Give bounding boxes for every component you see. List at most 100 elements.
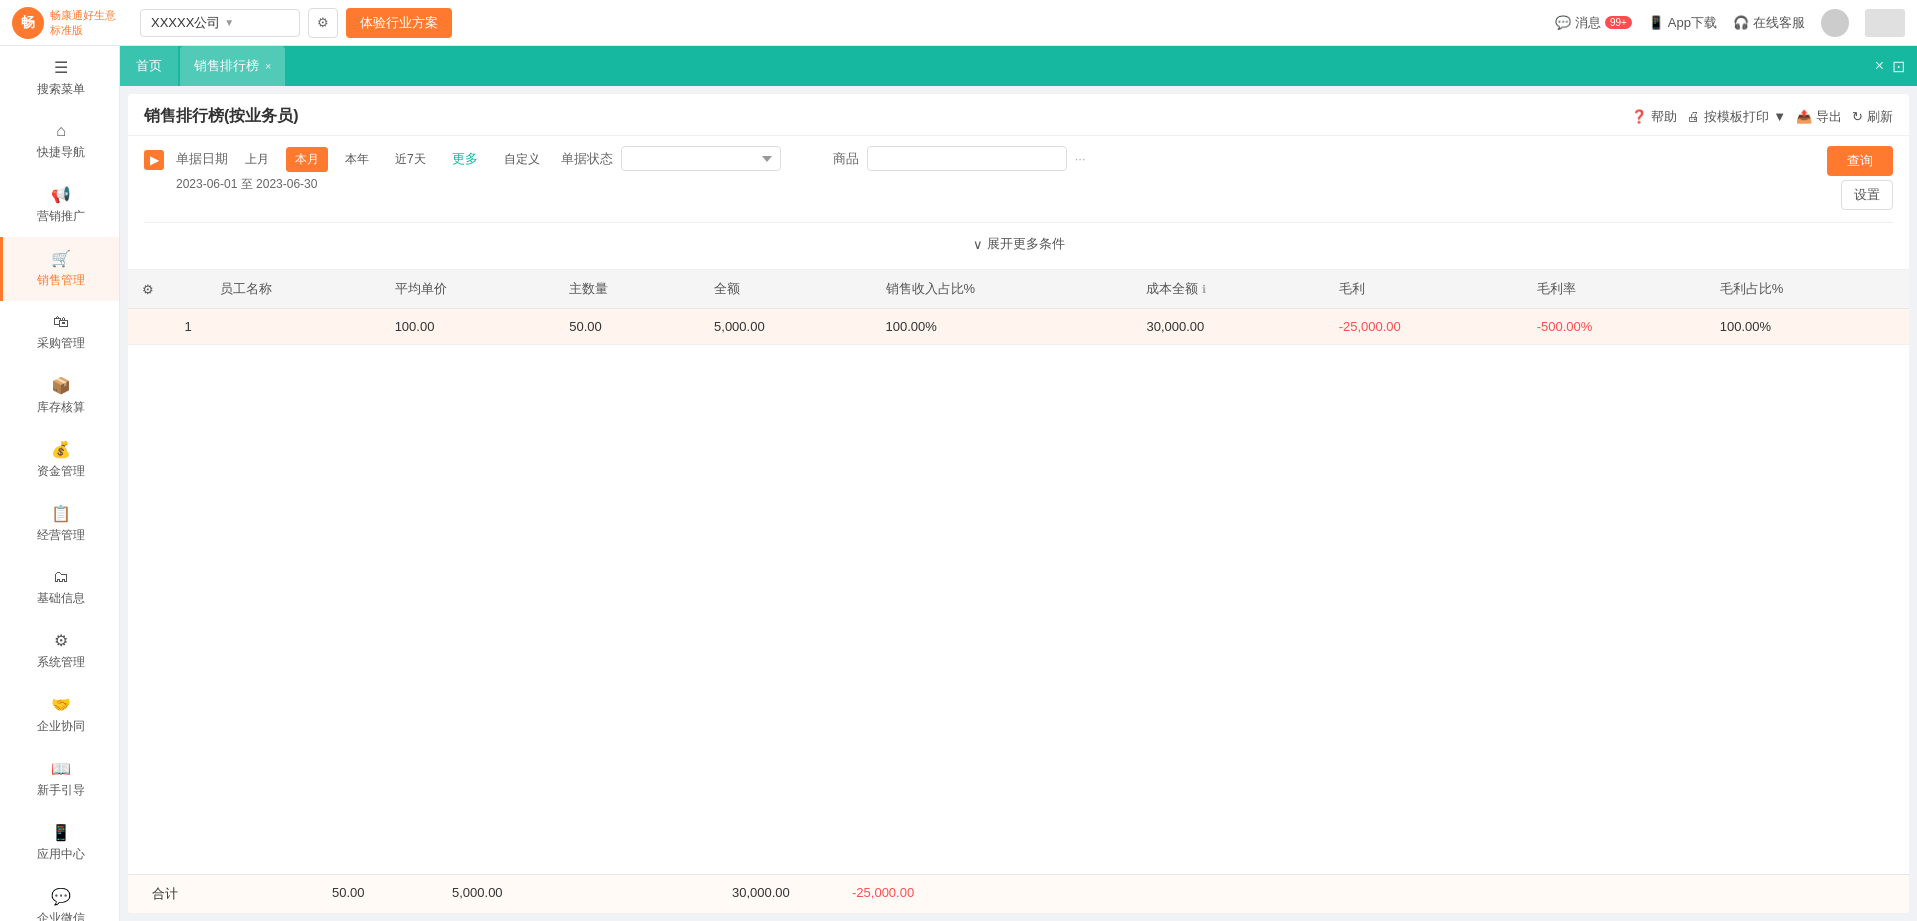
expand-chevron-icon: ∨ [973, 237, 983, 252]
header-actions: ❓ 帮助 🖨 按模板打印 ▼ 📤 导出 ↻ 刷新 [1631, 108, 1893, 126]
sys-icon: ⚙ [54, 631, 68, 650]
this-year-btn[interactable]: 本年 [336, 147, 378, 172]
help-icon: ❓ [1631, 109, 1647, 124]
quick-nav-icon: ⌂ [56, 122, 66, 140]
sidebar-item-label: 销售管理 [37, 272, 85, 289]
col-profit-rate: 毛利率 [1525, 270, 1708, 309]
sidebar-item-app-center[interactable]: 📱 应用中心 [0, 811, 119, 875]
sidebar-item-new-guide[interactable]: 📖 新手引导 [0, 747, 119, 811]
sidebar-item-purchase[interactable]: 🛍 采购管理 [0, 301, 119, 364]
goods-more-icon[interactable]: ··· [1075, 151, 1086, 166]
this-month-btn[interactable]: 本月 [286, 147, 328, 172]
col-sales-pct: 销售收入占比% [874, 270, 1135, 309]
sidebar-item-sys-mgmt[interactable]: ⚙ 系统管理 [0, 619, 119, 683]
sidebar-item-sales[interactable]: 🛒 销售管理 [0, 237, 119, 301]
app-download-btn[interactable]: 📱 App下载 [1648, 14, 1717, 32]
message-btn[interactable]: 💬 消息 99+ [1555, 14, 1632, 32]
status-filter-group: 单据状态 [561, 146, 781, 171]
row-employee [208, 309, 383, 345]
date-range: 2023-06-01 至 2023-06-30 [176, 177, 317, 191]
sidebar-item-label: 企业微信 [37, 910, 85, 921]
col-employee: 员工名称 [208, 270, 383, 309]
chevron-down-icon: ▼ [224, 17, 234, 28]
purchase-icon: 🛍 [53, 313, 69, 331]
goods-filter-group: 商品 ··· [833, 146, 1086, 171]
status-label: 单据状态 [561, 150, 613, 168]
app-label: App下载 [1668, 14, 1717, 32]
row-profit: -25,000.00 [1327, 309, 1525, 345]
more-date-btn[interactable]: 更多 [443, 146, 487, 172]
footer-cells: 合计 50.00 5,000.00 30,000.00 -25,000.00 [140, 885, 1897, 903]
footer-spacer [560, 885, 720, 903]
row-qty: 50.00 [557, 309, 702, 345]
query-btn[interactable]: 查询 [1827, 146, 1893, 176]
table-row: 1 100.00 50.00 5,000.00 100.00% 30,000.0… [128, 309, 1909, 345]
top-right-area: 💬 消息 99+ 📱 App下载 🎧 在线客服 [1555, 9, 1905, 37]
sidebar-item-label: 快捷导航 [37, 144, 85, 161]
filter-expand-arrow[interactable]: ▶ [144, 150, 164, 170]
tab-close-icon[interactable]: × [265, 60, 271, 72]
basic-info-icon: 🗂 [53, 568, 69, 586]
sidebar-item-quick-nav[interactable]: ⌂ 快捷导航 [0, 110, 119, 173]
help-btn[interactable]: ❓ 帮助 [1631, 108, 1677, 126]
sidebar-item-enterprise-wechat[interactable]: 💬 企业微信 [0, 875, 119, 921]
window-restore-icon[interactable]: ⊡ [1892, 57, 1905, 76]
col-avg-price: 平均单价 [383, 270, 558, 309]
online-service-btn[interactable]: 🎧 在线客服 [1733, 14, 1805, 32]
print-chevron-icon: ▼ [1773, 109, 1786, 124]
goods-label: 商品 [833, 150, 859, 168]
sales-icon: 🛒 [51, 249, 71, 268]
avatar[interactable] [1821, 9, 1849, 37]
sidebar-item-label: 基础信息 [37, 590, 85, 607]
page-title: 销售排行榜(按业务员) [144, 106, 299, 127]
page-content: 销售排行榜(按业务员) ❓ 帮助 🖨 按模板打印 ▼ 📤 导出 [128, 94, 1909, 913]
sidebar-item-fund[interactable]: 💰 资金管理 [0, 428, 119, 492]
tab-bar: 首页 销售排行榜 × × ⊡ [120, 46, 1917, 86]
ops-icon: 📋 [51, 504, 71, 523]
sidebar-item-search-order[interactable]: ☰ 搜索菜单 [0, 46, 119, 110]
app-icon: 📱 [1648, 15, 1664, 30]
tab-bar-actions: × ⊡ [1863, 57, 1917, 76]
inventory-icon: 📦 [51, 376, 71, 395]
refresh-btn[interactable]: ↻ 刷新 [1852, 108, 1893, 126]
goods-input[interactable] [867, 146, 1067, 171]
search-order-icon: ☰ [54, 58, 68, 77]
print-btn[interactable]: 🖨 按模板打印 ▼ [1687, 108, 1786, 126]
row-icon-cell [128, 309, 168, 345]
sidebar-item-label: 系统管理 [37, 654, 85, 671]
sidebar-item-inventory[interactable]: 📦 库存核算 [0, 364, 119, 428]
expand-more-btn[interactable]: ∨ 展开更多条件 [144, 229, 1893, 259]
window-close-icon[interactable]: × [1875, 57, 1884, 75]
sidebar-item-enterprise-collab[interactable]: 🤝 企业协同 [0, 683, 119, 747]
sidebar-item-label: 搜索菜单 [37, 81, 85, 98]
date-filter-group: 单据日期 上月 本月 本年 近7天 更多 自定义 2023-06-01 至 20… [176, 146, 549, 193]
col-settings[interactable]: ⚙ [128, 270, 168, 309]
sidebar-item-label: 经营管理 [37, 527, 85, 544]
logo-icon: 畅 [12, 7, 44, 39]
export-btn[interactable]: 📤 导出 [1796, 108, 1842, 126]
filter-area: ▶ 单据日期 上月 本月 本年 近7天 更多 自定义 [128, 136, 1909, 270]
export-icon: 📤 [1796, 109, 1812, 124]
sidebar-item-ops[interactable]: 📋 经营管理 [0, 492, 119, 556]
last-month-btn[interactable]: 上月 [236, 147, 278, 172]
sidebar: ☰ 搜索菜单 ⌂ 快捷导航 📢 营销推广 🛒 销售管理 🛍 采购管理 📦 库存核… [0, 46, 120, 921]
company-selector[interactable]: XXXXX公司 ▼ [140, 9, 300, 37]
settings-icon-btn[interactable]: ⚙ [308, 8, 338, 38]
settings-btn[interactable]: 设置 [1841, 180, 1893, 210]
trial-btn[interactable]: 体验行业方案 [346, 8, 452, 38]
date-label: 单据日期 [176, 150, 228, 168]
sidebar-item-marketing[interactable]: 📢 营销推广 [0, 173, 119, 237]
message-icon: 💬 [1555, 15, 1571, 30]
tab-sales-ranking[interactable]: 销售排行榜 × [180, 46, 285, 86]
status-select[interactable] [621, 146, 781, 171]
last7-btn[interactable]: 近7天 [386, 147, 435, 172]
custom-btn[interactable]: 自定义 [495, 147, 549, 172]
sidebar-item-basic-info[interactable]: 🗂 基础信息 [0, 556, 119, 619]
user-name-placeholder[interactable] [1865, 9, 1905, 37]
footer-cost: 30,000.00 [720, 885, 840, 903]
tab-label: 销售排行榜 [194, 57, 259, 75]
collab-icon: 🤝 [51, 695, 71, 714]
action-btns: 查询 设置 [1827, 146, 1893, 210]
tab-home[interactable]: 首页 [120, 46, 178, 86]
sidebar-item-label: 应用中心 [37, 846, 85, 863]
